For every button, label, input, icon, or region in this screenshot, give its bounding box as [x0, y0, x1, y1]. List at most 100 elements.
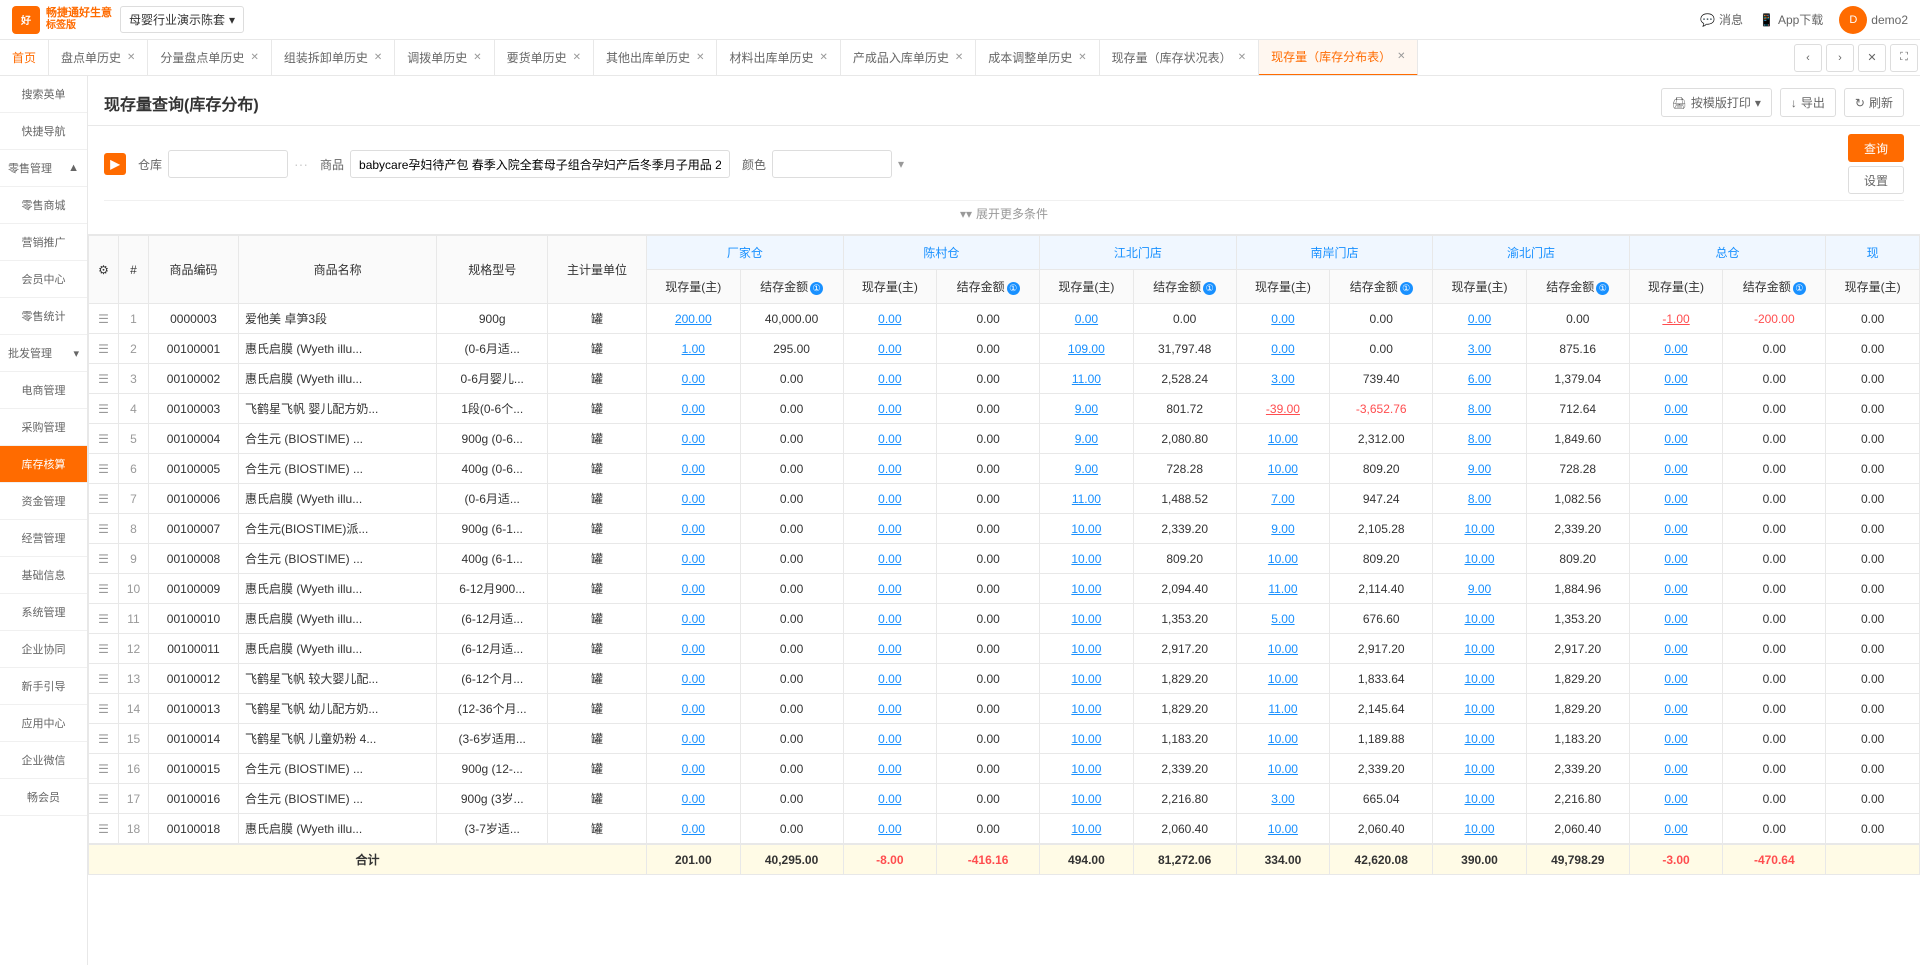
row-jiangbei-qty[interactable]: 10.00	[1040, 634, 1134, 664]
row-chencun-qty[interactable]: 0.00	[843, 694, 937, 724]
sidebar-item-search[interactable]: 搜索英单	[0, 76, 87, 113]
row-jiangbei-qty[interactable]: 9.00	[1040, 424, 1134, 454]
row-yubei-qty[interactable]: 9.00	[1433, 574, 1527, 604]
row-nanan-qty[interactable]: 10.00	[1236, 544, 1330, 574]
row-nanan-qty[interactable]: 5.00	[1236, 604, 1330, 634]
sidebar-item-collab[interactable]: 企业协同	[0, 631, 87, 668]
row-factory-qty[interactable]: 0.00	[647, 424, 741, 454]
row-jiangbei-qty[interactable]: 10.00	[1040, 544, 1134, 574]
row-zongcang-qty[interactable]: 0.00	[1629, 694, 1723, 724]
row-zongcang-qty[interactable]: -1.00	[1629, 304, 1723, 334]
row-yubei-qty[interactable]: 10.00	[1433, 514, 1527, 544]
sidebar-item-guide[interactable]: 新手引导	[0, 668, 87, 705]
export-btn[interactable]: ↓ 导出	[1780, 88, 1836, 117]
user-area[interactable]: D demo2	[1839, 6, 1908, 34]
row-settings[interactable]: ☰	[89, 454, 119, 484]
row-factory-qty[interactable]: 0.00	[647, 754, 741, 784]
sidebar-item-finance[interactable]: 资金管理	[0, 483, 87, 520]
tab-clchuku[interactable]: 材料出库单历史 ✕	[717, 40, 840, 76]
row-factory-qty[interactable]: 0.00	[647, 634, 741, 664]
row-chencun-qty[interactable]: 0.00	[843, 634, 937, 664]
close-fenpandian[interactable]: ✕	[250, 52, 258, 63]
row-factory-qty[interactable]: 0.00	[647, 694, 741, 724]
row-nanan-qty[interactable]: 10.00	[1236, 754, 1330, 784]
row-factory-qty[interactable]: 0.00	[647, 454, 741, 484]
store-selector[interactable]: 母婴行业演示陈套 ▾	[120, 6, 244, 33]
col-settings-header[interactable]: ⚙	[89, 236, 119, 304]
row-zongcang-qty[interactable]: 0.00	[1629, 604, 1723, 634]
nav-expand-btn[interactable]: ⛶	[1890, 44, 1918, 72]
sidebar-item-purchase[interactable]: 采购管理	[0, 409, 87, 446]
row-nanan-qty[interactable]: -39.00	[1236, 394, 1330, 424]
tab-chenben[interactable]: 成本调整单历史 ✕	[976, 40, 1099, 76]
row-zongcang-qty[interactable]: 0.00	[1629, 364, 1723, 394]
tab-zuhe[interactable]: 组装拆卸单历史 ✕	[272, 40, 395, 76]
row-jiangbei-qty[interactable]: 0.00	[1040, 304, 1134, 334]
row-settings[interactable]: ☰	[89, 574, 119, 604]
row-zongcang-qty[interactable]: 0.00	[1629, 754, 1723, 784]
message-btn[interactable]: 💬 消息	[1700, 11, 1743, 28]
row-nanan-qty[interactable]: 0.00	[1236, 304, 1330, 334]
row-chencun-qty[interactable]: 0.00	[843, 544, 937, 574]
sidebar-item-marketing[interactable]: 营销推广	[0, 224, 87, 261]
row-nanan-qty[interactable]: 10.00	[1236, 424, 1330, 454]
tab-yaohuo[interactable]: 要货单历史 ✕	[495, 40, 594, 76]
sidebar-item-basics[interactable]: 基础信息	[0, 557, 87, 594]
row-jiangbei-qty[interactable]: 10.00	[1040, 754, 1134, 784]
row-factory-qty[interactable]: 0.00	[647, 364, 741, 394]
tab-chanpin[interactable]: 产成品入库单历史 ✕	[841, 40, 976, 76]
row-factory-qty[interactable]: 200.00	[647, 304, 741, 334]
row-settings[interactable]: ☰	[89, 394, 119, 424]
sidebar-item-wholesale[interactable]: 批发管理 ▾	[0, 335, 87, 372]
row-factory-qty[interactable]: 0.00	[647, 724, 741, 754]
row-settings[interactable]: ☰	[89, 754, 119, 784]
row-nanan-qty[interactable]: 11.00	[1236, 574, 1330, 604]
sidebar-item-operations[interactable]: 经营管理	[0, 520, 87, 557]
row-chencun-qty[interactable]: 0.00	[843, 664, 937, 694]
nanan-info-icon[interactable]: ①	[1400, 282, 1413, 295]
nav-next-btn[interactable]: ›	[1826, 44, 1854, 72]
query-btn[interactable]: 查询	[1848, 134, 1904, 162]
row-jiangbei-qty[interactable]: 10.00	[1040, 574, 1134, 604]
tab-pandian[interactable]: 盘点单历史 ✕	[49, 40, 148, 76]
sidebar-item-system[interactable]: 系统管理	[0, 594, 87, 631]
sidebar-item-weixin[interactable]: 企业微信	[0, 742, 87, 779]
tab-qtchuku[interactable]: 其他出库单历史 ✕	[594, 40, 717, 76]
sidebar-item-nav[interactable]: 快捷导航	[0, 113, 87, 150]
row-yubei-qty[interactable]: 8.00	[1433, 394, 1527, 424]
row-nanan-qty[interactable]: 11.00	[1236, 694, 1330, 724]
row-chencun-qty[interactable]: 0.00	[843, 304, 937, 334]
row-nanan-qty[interactable]: 10.00	[1236, 454, 1330, 484]
settings-btn[interactable]: 设置	[1848, 166, 1904, 194]
row-factory-qty[interactable]: 0.00	[647, 574, 741, 604]
row-yubei-qty[interactable]: 8.00	[1433, 484, 1527, 514]
row-zongcang-qty[interactable]: 0.00	[1629, 724, 1723, 754]
row-factory-qty[interactable]: 0.00	[647, 784, 741, 814]
zongcang-info-icon[interactable]: ①	[1793, 282, 1806, 295]
tab-diaopo[interactable]: 调拨单历史 ✕	[395, 40, 494, 76]
row-yubei-qty[interactable]: 10.00	[1433, 754, 1527, 784]
row-chencun-qty[interactable]: 0.00	[843, 424, 937, 454]
row-settings[interactable]: ☰	[89, 784, 119, 814]
sidebar-item-mall[interactable]: 零售商城	[0, 187, 87, 224]
warehouse-input[interactable]	[168, 150, 288, 178]
close-qtchuku[interactable]: ✕	[696, 52, 704, 63]
row-factory-qty[interactable]: 0.00	[647, 394, 741, 424]
row-chencun-qty[interactable]: 0.00	[843, 394, 937, 424]
row-zongcang-qty[interactable]: 0.00	[1629, 664, 1723, 694]
sidebar-item-member2[interactable]: 畅会员	[0, 779, 87, 816]
row-jiangbei-qty[interactable]: 9.00	[1040, 394, 1134, 424]
close-diaopo[interactable]: ✕	[473, 52, 481, 63]
row-settings[interactable]: ☰	[89, 304, 119, 334]
row-factory-qty[interactable]: 0.00	[647, 814, 741, 845]
row-jiangbei-qty[interactable]: 10.00	[1040, 514, 1134, 544]
row-yubei-qty[interactable]: 10.00	[1433, 664, 1527, 694]
row-nanan-qty[interactable]: 7.00	[1236, 484, 1330, 514]
yubei-info-icon[interactable]: ①	[1596, 282, 1609, 295]
chencun-info-icon[interactable]: ①	[1007, 282, 1020, 295]
row-chencun-qty[interactable]: 0.00	[843, 484, 937, 514]
row-jiangbei-qty[interactable]: 9.00	[1040, 454, 1134, 484]
row-nanan-qty[interactable]: 10.00	[1236, 634, 1330, 664]
row-nanan-qty[interactable]: 0.00	[1236, 334, 1330, 364]
app-download-btn[interactable]: 📱 App下载	[1759, 11, 1823, 28]
